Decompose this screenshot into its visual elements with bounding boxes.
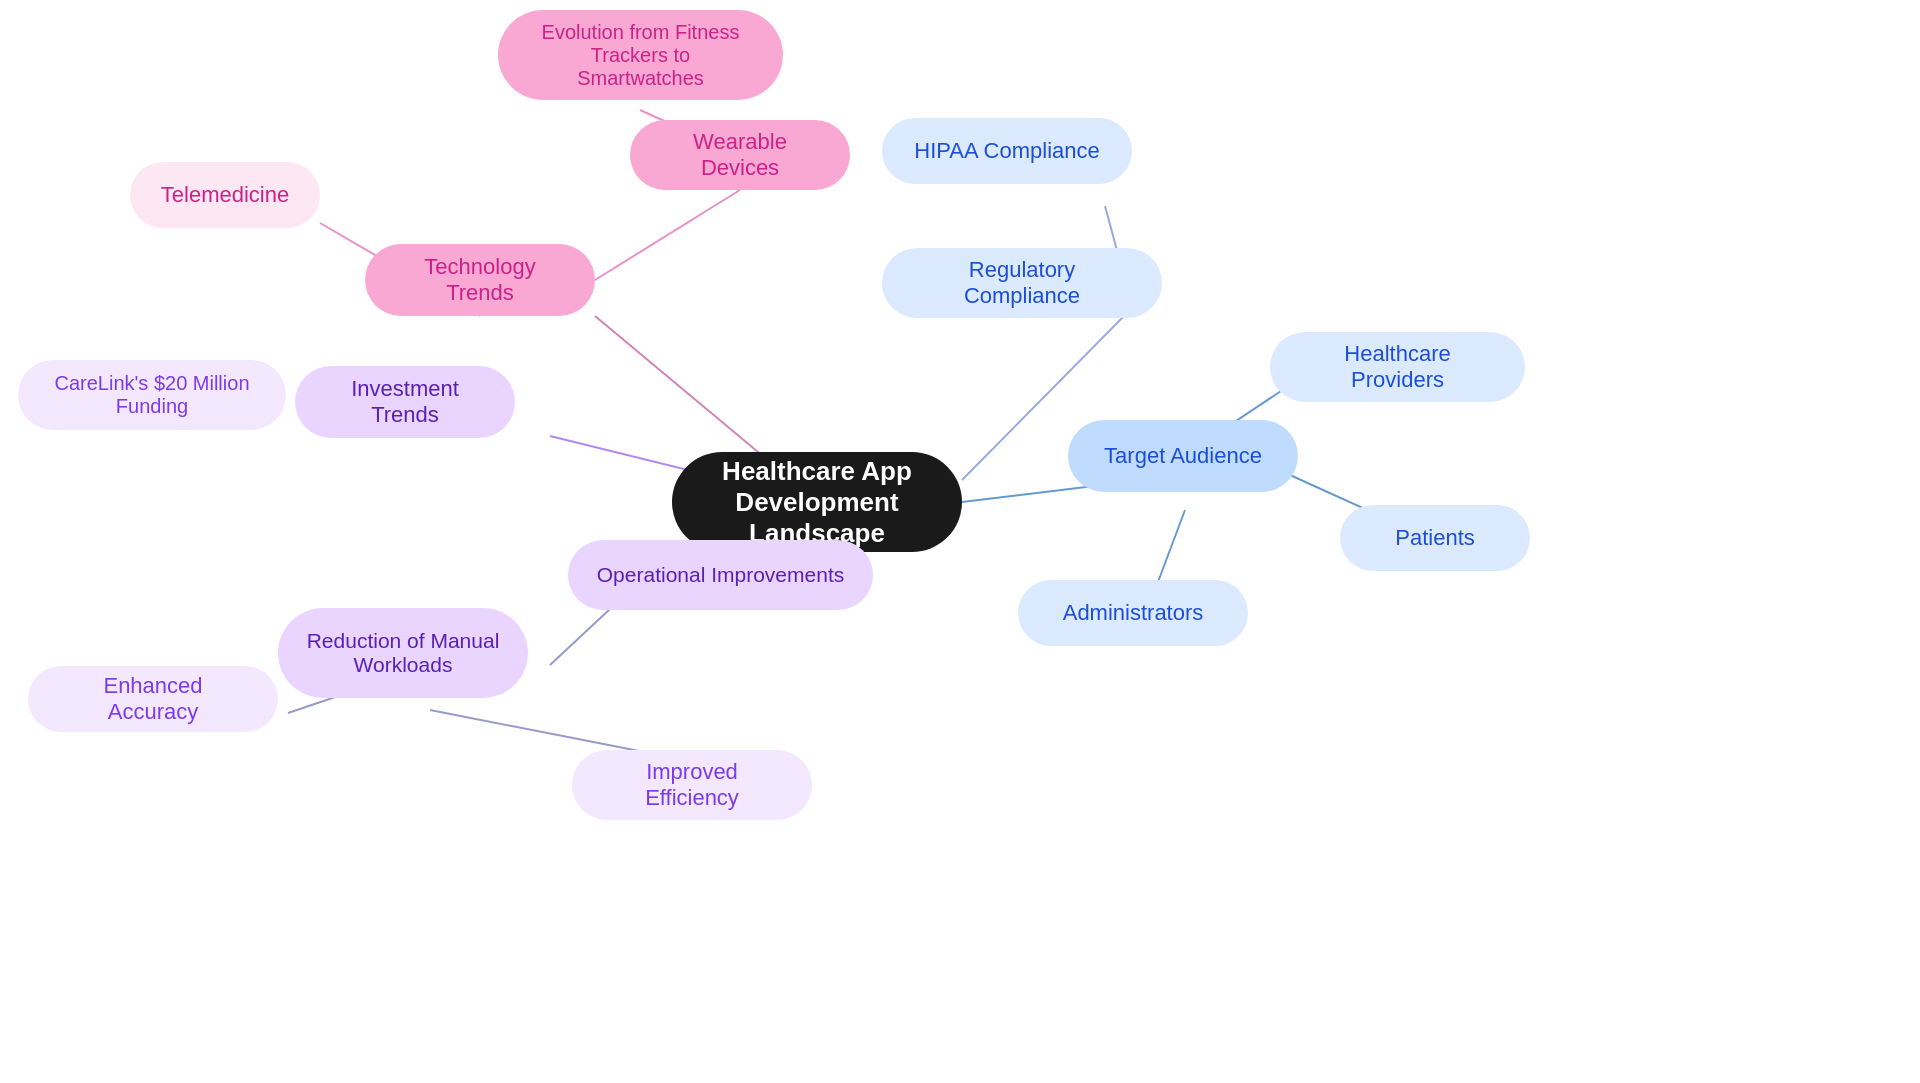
svg-line-1 [595, 190, 740, 280]
wearable-devices-node[interactable]: Wearable Devices [630, 120, 850, 190]
target-audience-node[interactable]: Target Audience [1068, 420, 1298, 492]
enhanced-accuracy-node[interactable]: Enhanced Accuracy [28, 666, 278, 732]
improved-efficiency-node[interactable]: Improved Efficiency [572, 750, 812, 820]
patients-node[interactable]: Patients [1340, 505, 1530, 571]
healthcare-providers-node[interactable]: Healthcare Providers [1270, 332, 1525, 402]
technology-trends-node[interactable]: Technology Trends [365, 244, 595, 316]
regulatory-compliance-node[interactable]: Regulatory Compliance [882, 248, 1162, 318]
reduction-manual-workloads-node[interactable]: Reduction of Manual Workloads [278, 608, 528, 698]
center-node[interactable]: Healthcare App Development Landscape [672, 452, 962, 552]
svg-line-15 [1155, 510, 1185, 590]
evolution-node[interactable]: Evolution from Fitness Trackers to Smart… [498, 10, 783, 100]
telemedicine-node[interactable]: Telemedicine [130, 162, 320, 228]
administrators-node[interactable]: Administrators [1018, 580, 1248, 646]
hipaa-compliance-node[interactable]: HIPAA Compliance [882, 118, 1132, 184]
carelink-funding-node[interactable]: CareLink's $20 Million Funding [18, 360, 286, 430]
investment-trends-node[interactable]: Investment Trends [295, 366, 515, 438]
operational-improvements-node[interactable]: Operational Improvements [568, 540, 873, 610]
